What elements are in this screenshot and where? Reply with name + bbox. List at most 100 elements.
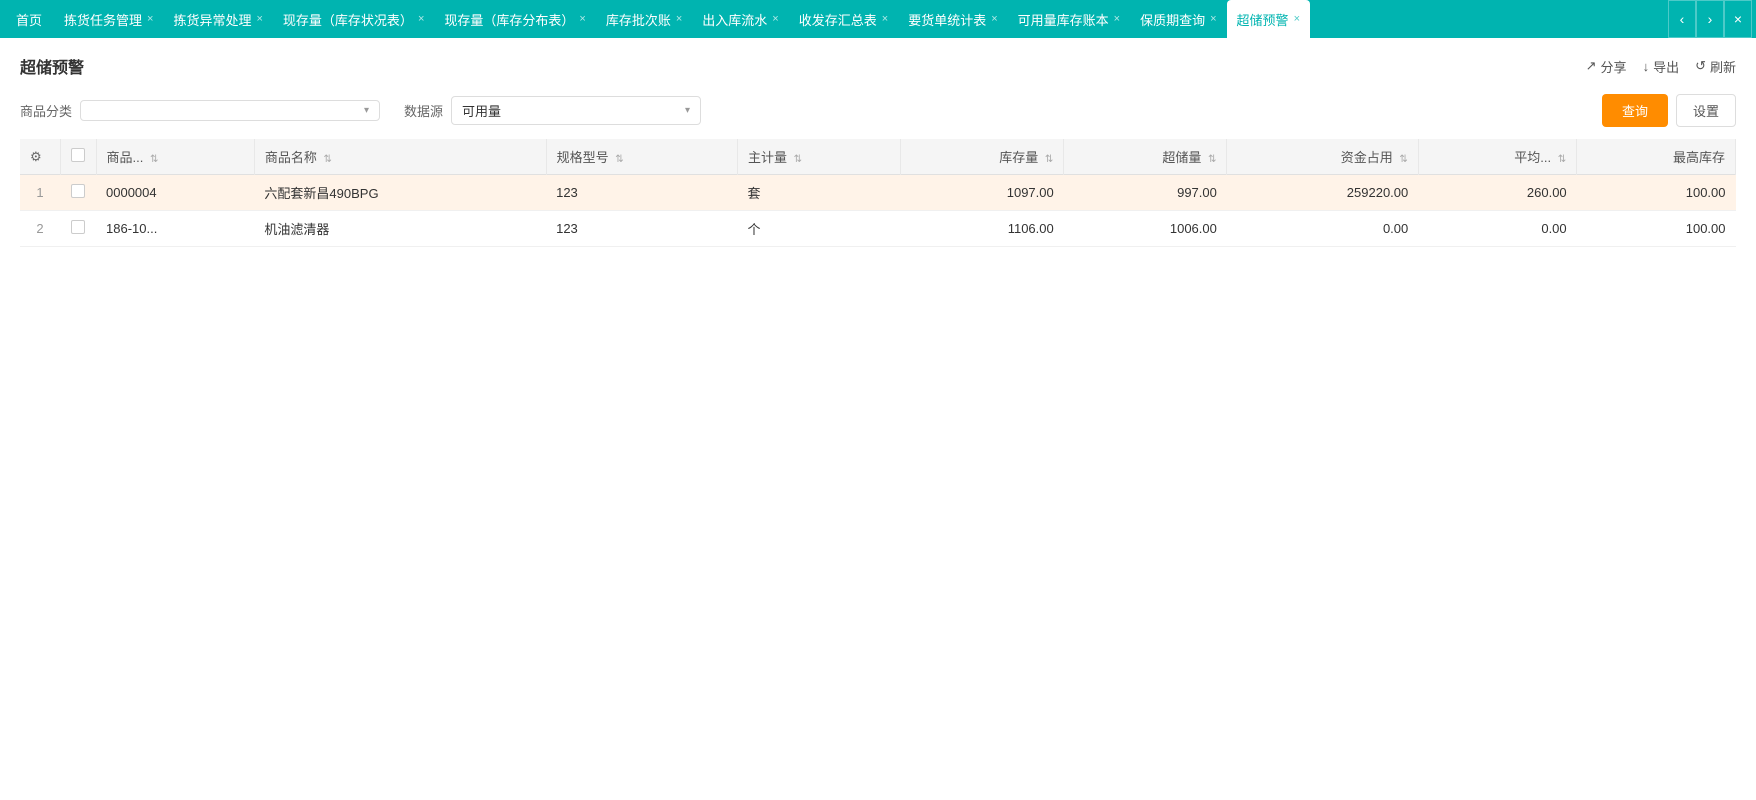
select-all-checkbox[interactable] [71,148,85,162]
th-gear[interactable]: ⚙ [20,139,60,175]
th-stock[interactable]: 库存量 ⇅ [901,139,1064,175]
row-capital: 259220.00 [1227,175,1418,211]
nav-tab-4[interactable]: 库存批次账 × [596,0,692,38]
row-max-stock: 100.00 [1577,211,1736,247]
row-spec: 123 [546,211,737,247]
th-spec[interactable]: 规格型号 ⇅ [546,139,737,175]
filter-actions: 查询 设置 [1602,94,1736,127]
data-table: ⚙ 商品... ⇅ 商品名称 ⇅ 规格型号 ⇅ 主计量 [20,139,1736,247]
close-icon[interactable]: × [882,13,888,25]
close-icon[interactable]: × [256,13,262,25]
close-icon[interactable]: × [579,13,585,25]
page-title-row: 超储预警 ↗ 分享 ↓ 导出 ↺ 刷新 [20,54,1736,78]
share-icon: ↗ [1586,58,1597,74]
nav-tab-8[interactable]: 可用量库存账本 × [1008,0,1130,38]
settings-button[interactable]: 设置 [1676,94,1736,127]
nav-home[interactable]: 首页 [4,10,54,29]
row-overstock: 1006.00 [1064,211,1227,247]
row-stock: 1097.00 [901,175,1064,211]
row-spec: 123 [546,175,737,211]
nav-tab-9[interactable]: 保质期查询 × [1130,0,1226,38]
th-overstock[interactable]: 超储量 ⇅ [1064,139,1227,175]
nav-tab-3[interactable]: 现存量（库存分布表） × [434,0,595,38]
chevron-down-icon: ▾ [685,105,690,116]
row-stock: 1106.00 [901,211,1064,247]
export-button[interactable]: ↓ 导出 [1643,57,1680,76]
sort-icon: ⇅ [794,154,802,165]
data-source-select[interactable]: 可用量 ▾ [451,96,701,125]
gear-icon: ⚙ [30,149,42,164]
sort-icon: ⇅ [1208,154,1216,165]
refresh-icon: ↺ [1695,58,1706,74]
close-icon[interactable]: × [147,13,153,25]
row-avg: 0.00 [1418,211,1576,247]
nav-next-button[interactable]: › [1696,0,1724,38]
th-goods-code[interactable]: 商品... ⇅ [96,139,254,175]
data-source-filter: 数据源 可用量 ▾ [404,96,701,125]
nav-tab-0[interactable]: 拣货任务管理 × [54,0,163,38]
sort-icon: ⇅ [615,154,623,165]
page-content: 超储预警 ↗ 分享 ↓ 导出 ↺ 刷新 商品分类 ▾ 数据源 [0,38,1756,263]
table-row: 2 186-10... 机油滤清器 123 个 1106.00 1006.00 … [20,211,1736,247]
th-unit[interactable]: 主计量 ⇅ [737,139,900,175]
row-index: 2 [20,211,60,247]
nav-more-button[interactable]: × [1724,0,1752,38]
row-checkbox-cell [60,175,96,211]
th-capital[interactable]: 资金占用 ⇅ [1227,139,1418,175]
sort-icon: ⇅ [150,154,158,165]
goods-category-select[interactable]: ▾ [80,100,380,121]
row-index: 1 [20,175,60,211]
row-checkbox[interactable] [71,220,85,234]
sort-icon: ⇅ [324,154,332,165]
close-icon[interactable]: × [1210,13,1216,25]
top-nav: 首页 拣货任务管理 × 拣货异常处理 × 现存量（库存状况表） × 现存量（库存… [0,0,1756,38]
data-source-value: 可用量 [462,101,501,120]
nav-tab-7[interactable]: 要货单统计表 × [898,0,1007,38]
data-source-label: 数据源 [404,101,443,120]
share-button[interactable]: ↗ 分享 [1586,57,1627,76]
close-icon[interactable]: × [676,13,682,25]
close-icon[interactable]: × [1114,13,1120,25]
title-actions: ↗ 分享 ↓ 导出 ↺ 刷新 [1586,57,1736,76]
close-icon[interactable]: × [991,13,997,25]
table-row: 1 0000004 六配套新昌490BPG 123 套 1097.00 997.… [20,175,1736,211]
nav-arrows: ‹ › × [1668,0,1752,38]
row-checkbox-cell [60,211,96,247]
chevron-down-icon: ▾ [364,105,369,116]
row-avg: 260.00 [1418,175,1576,211]
export-icon: ↓ [1643,59,1650,74]
nav-tab-2[interactable]: 现存量（库存状况表） × [273,0,434,38]
table-header-row: ⚙ 商品... ⇅ 商品名称 ⇅ 规格型号 ⇅ 主计量 [20,139,1736,175]
row-goods-name: 六配套新昌490BPG [254,175,546,211]
th-avg[interactable]: 平均... ⇅ [1418,139,1576,175]
refresh-button[interactable]: ↺ 刷新 [1695,57,1736,76]
sort-icon: ⇅ [1045,154,1053,165]
row-max-stock: 100.00 [1577,175,1736,211]
nav-tab-10[interactable]: 超储预警 × [1227,0,1310,38]
row-unit: 个 [737,211,900,247]
nav-prev-button[interactable]: ‹ [1668,0,1696,38]
row-unit: 套 [737,175,900,211]
row-checkbox[interactable] [71,184,85,198]
row-goods-code: 186-10... [96,211,254,247]
nav-tab-6[interactable]: 收发存汇总表 × [789,0,898,38]
query-button[interactable]: 查询 [1602,94,1668,127]
filter-row: 商品分类 ▾ 数据源 可用量 ▾ 查询 设置 [20,94,1736,127]
nav-tab-5[interactable]: 出入库流水 × [692,0,788,38]
sort-icon: ⇅ [1399,154,1407,165]
close-icon[interactable]: × [772,13,778,25]
row-overstock: 997.00 [1064,175,1227,211]
th-checkbox[interactable] [60,139,96,175]
close-icon[interactable]: × [418,13,424,25]
nav-tab-1[interactable]: 拣货异常处理 × [163,0,272,38]
row-goods-code: 0000004 [96,175,254,211]
th-goods-name[interactable]: 商品名称 ⇅ [254,139,546,175]
goods-category-label: 商品分类 [20,101,72,120]
close-icon[interactable]: × [1294,13,1300,25]
sort-icon: ⇅ [1558,154,1566,165]
row-goods-name: 机油滤清器 [254,211,546,247]
page-title: 超储预警 [20,54,84,78]
th-max-stock[interactable]: 最高库存 [1577,139,1736,175]
row-capital: 0.00 [1227,211,1418,247]
goods-category-filter: 商品分类 ▾ [20,100,380,121]
